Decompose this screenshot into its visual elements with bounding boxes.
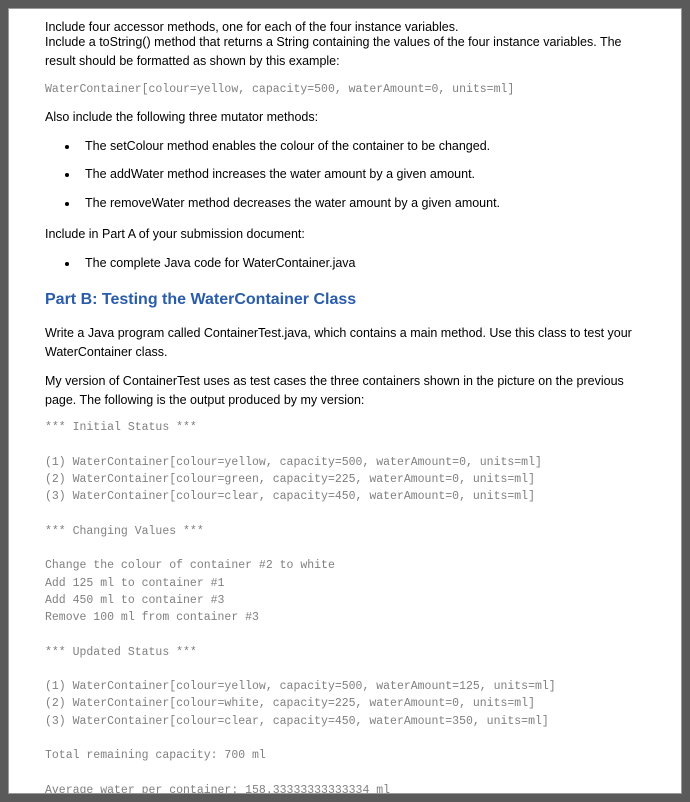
part-b-heading: Part B: Testing the WaterContainer Class (45, 288, 645, 312)
output-block: *** Initial Status *** (1) WaterContaine… (45, 419, 645, 794)
mutator-list: The setColour method enables the colour … (79, 137, 645, 213)
paragraph-tostring: Include a toString() method that returns… (45, 33, 645, 71)
paragraph-b1: Write a Java program called ContainerTes… (45, 324, 645, 362)
list-item: The setColour method enables the colour … (79, 137, 645, 156)
truncated-line: Include four accessor methods, one for e… (45, 19, 645, 33)
list-item: The complete Java code for WaterContaine… (79, 254, 645, 273)
document-page: Include four accessor methods, one for e… (8, 8, 682, 794)
paragraph-mutators: Also include the following three mutator… (45, 108, 645, 127)
list-item: The addWater method increases the water … (79, 165, 645, 184)
include-a-list: The complete Java code for WaterContaine… (79, 254, 645, 273)
truncated-text: Include four accessor methods, one for e… (45, 19, 458, 33)
list-item: The removeWater method decreases the wat… (79, 194, 645, 213)
code-example-tostring: WaterContainer[colour=yellow, capacity=5… (45, 81, 645, 98)
paragraph-include-a: Include in Part A of your submission doc… (45, 225, 645, 244)
paragraph-b2: My version of ContainerTest uses as test… (45, 372, 645, 410)
